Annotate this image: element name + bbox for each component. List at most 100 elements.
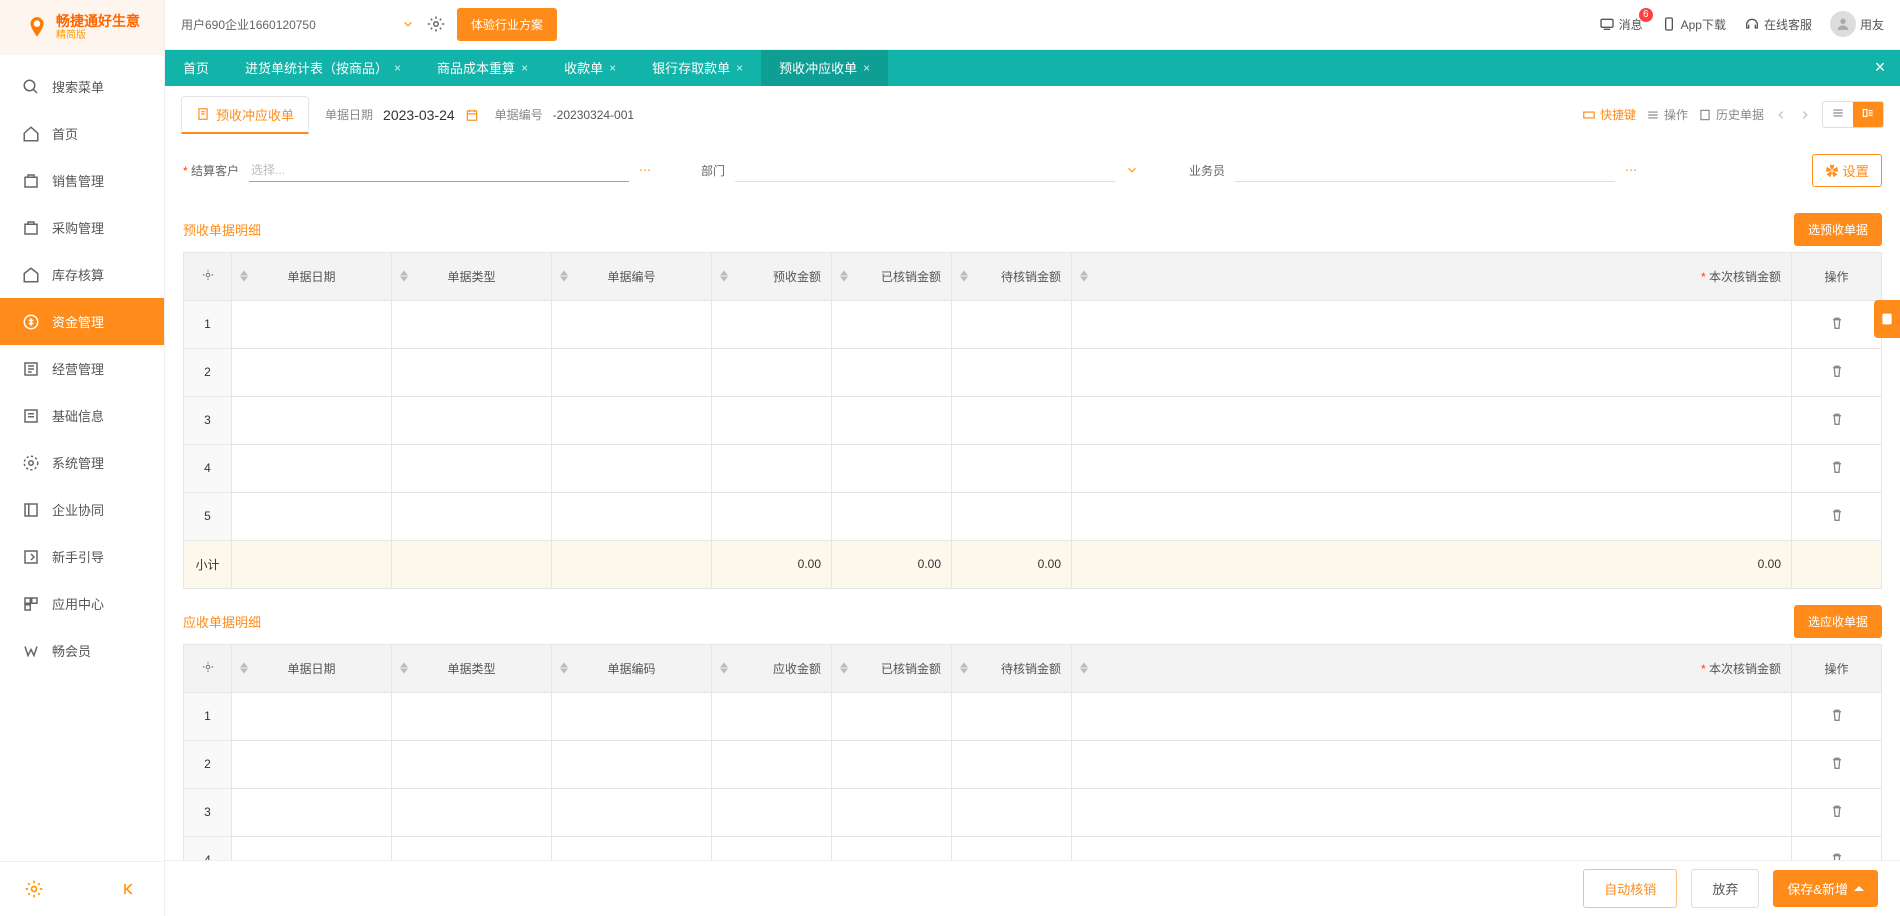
col-this[interactable]: 本次核销金额 — [1072, 252, 1792, 300]
col-type[interactable]: 单据类型 — [392, 644, 552, 692]
view-list[interactable] — [1823, 102, 1853, 127]
doc-type-tab[interactable]: 预收冲应收单 — [181, 96, 309, 134]
right-drawer-tab[interactable] — [1874, 300, 1900, 338]
company-select[interactable]: 用户690企业1660120750 — [181, 16, 415, 33]
table-row[interactable]: 2 — [184, 348, 1882, 396]
messages-button[interactable]: 消息 6 — [1599, 16, 1643, 33]
col-code[interactable]: 单据编号 — [552, 252, 712, 300]
col-gear[interactable] — [184, 644, 232, 692]
tab-home[interactable]: 首页 — [165, 50, 227, 86]
sidebar-item-apps[interactable]: 应用中心 — [0, 580, 164, 627]
col-this[interactable]: 本次核销金额 — [1072, 644, 1792, 692]
doc-date-value[interactable]: 2023-03-24 — [383, 107, 455, 123]
dept-label: 部门 — [701, 162, 725, 179]
select-receivable-button[interactable]: 选应收单据 — [1794, 605, 1882, 638]
sidebar-item-label: 采购管理 — [52, 218, 104, 237]
table-row[interactable]: 1 — [184, 692, 1882, 740]
customer-more[interactable]: ⋯ — [639, 163, 651, 177]
col-date[interactable]: 单据日期 — [232, 252, 392, 300]
col-code[interactable]: 单据编码 — [552, 644, 712, 692]
phone-icon — [1661, 16, 1677, 32]
emp-more[interactable]: ⋯ — [1625, 163, 1637, 177]
gear-icon[interactable] — [427, 15, 445, 33]
close-icon[interactable]: × — [863, 61, 870, 75]
col-type[interactable]: 单据类型 — [392, 252, 552, 300]
delete-row[interactable] — [1792, 396, 1882, 444]
table-row[interactable]: 2 — [184, 740, 1882, 788]
col-pend[interactable]: 待核销金额 — [952, 252, 1072, 300]
save-add-button[interactable]: 保存&新增 — [1773, 870, 1878, 907]
discard-button[interactable]: 放弃 — [1691, 869, 1759, 908]
table-row[interactable]: 5 — [184, 492, 1882, 540]
operate-link[interactable]: 操作 — [1646, 106, 1688, 123]
tab-cost-recalc[interactable]: 商品成本重算× — [419, 50, 546, 86]
sidebar-item-member[interactable]: 畅会员 — [0, 627, 164, 674]
delete-row[interactable] — [1792, 348, 1882, 396]
delete-row[interactable] — [1792, 444, 1882, 492]
delete-row[interactable] — [1792, 740, 1882, 788]
cta-button[interactable]: 体验行业方案 — [457, 8, 557, 41]
tabs-close-all[interactable]: × — [1860, 50, 1900, 86]
chevron-down-icon[interactable] — [1125, 163, 1139, 177]
app-download[interactable]: App下载 — [1661, 16, 1726, 33]
sidebar-item-collab[interactable]: 企业协同 — [0, 486, 164, 533]
sidebar-item-sales[interactable]: 销售管理 — [0, 157, 164, 204]
col-op: 操作 — [1792, 644, 1882, 692]
tab-label: 进货单统计表（按商品） — [245, 58, 388, 77]
sidebar-item-label: 销售管理 — [52, 171, 104, 190]
close-icon[interactable]: × — [521, 61, 528, 75]
sidebar-item-purchase[interactable]: 采购管理 — [0, 204, 164, 251]
collapse-icon[interactable] — [120, 879, 140, 899]
message-icon — [1599, 16, 1615, 32]
table-row[interactable]: 3 — [184, 396, 1882, 444]
sidebar-item-operation[interactable]: 经营管理 — [0, 345, 164, 392]
close-icon[interactable]: × — [609, 61, 616, 75]
customer-service[interactable]: 在线客服 — [1744, 16, 1812, 33]
sidebar-item-finance[interactable]: 资金管理 — [0, 298, 164, 345]
col-amt[interactable]: 预收金额 — [712, 252, 832, 300]
customer-input[interactable] — [249, 159, 629, 182]
table-row[interactable]: 3 — [184, 788, 1882, 836]
history-link[interactable]: 历史单据 — [1698, 106, 1764, 123]
table-row[interactable]: 1 — [184, 300, 1882, 348]
close-icon[interactable]: × — [736, 61, 743, 75]
subtotal-pend: 0.00 — [952, 540, 1072, 588]
delete-row[interactable] — [1792, 492, 1882, 540]
sidebar-item-home[interactable]: 首页 — [0, 110, 164, 157]
sidebar-item-system[interactable]: 系统管理 — [0, 439, 164, 486]
sidebar-item-inventory[interactable]: 库存核算 — [0, 251, 164, 298]
delete-row[interactable] — [1792, 788, 1882, 836]
calendar-icon[interactable] — [465, 108, 479, 122]
table-row[interactable]: 4 — [184, 444, 1882, 492]
doc-date-label: 单据日期 — [325, 106, 373, 123]
sidebar-item-label: 新手引导 — [52, 547, 104, 566]
sidebar-item-basic[interactable]: 基础信息 — [0, 392, 164, 439]
delete-row[interactable] — [1792, 692, 1882, 740]
emp-input[interactable] — [1235, 159, 1615, 182]
col-amt[interactable]: 应收金额 — [712, 644, 832, 692]
user-menu[interactable]: 用友 — [1830, 11, 1884, 37]
dept-input[interactable] — [735, 159, 1115, 182]
col-date[interactable]: 单据日期 — [232, 644, 392, 692]
tab-purchase-report[interactable]: 进货单统计表（按商品） × — [227, 50, 419, 86]
settings-button[interactable]: ✿ 设置 — [1812, 154, 1882, 187]
col-gear[interactable] — [184, 252, 232, 300]
delete-row[interactable] — [1792, 300, 1882, 348]
tab-receipt[interactable]: 收款单× — [546, 50, 634, 86]
col-done[interactable]: 已核销金额 — [832, 644, 952, 692]
chevron-left-icon[interactable] — [1774, 108, 1788, 122]
sidebar-item-guide[interactable]: 新手引导 — [0, 533, 164, 580]
col-pend[interactable]: 待核销金额 — [952, 644, 1072, 692]
sidebar-item-search[interactable]: 搜索菜单 — [0, 63, 164, 110]
col-done[interactable]: 已核销金额 — [832, 252, 952, 300]
select-prepay-button[interactable]: 选预收单据 — [1794, 213, 1882, 246]
tab-label: 银行存取款单 — [652, 58, 730, 77]
chevron-right-icon[interactable] — [1798, 108, 1812, 122]
settings-icon[interactable] — [24, 879, 44, 899]
shortcut-link[interactable]: 快捷键 — [1582, 106, 1636, 123]
view-card[interactable] — [1853, 102, 1883, 127]
tab-prepay-offset[interactable]: 预收冲应收单× — [761, 50, 888, 86]
close-icon[interactable]: × — [394, 61, 401, 75]
tab-bank[interactable]: 银行存取款单 × — [634, 50, 761, 86]
auto-offset-button[interactable]: 自动核销 — [1583, 869, 1677, 908]
